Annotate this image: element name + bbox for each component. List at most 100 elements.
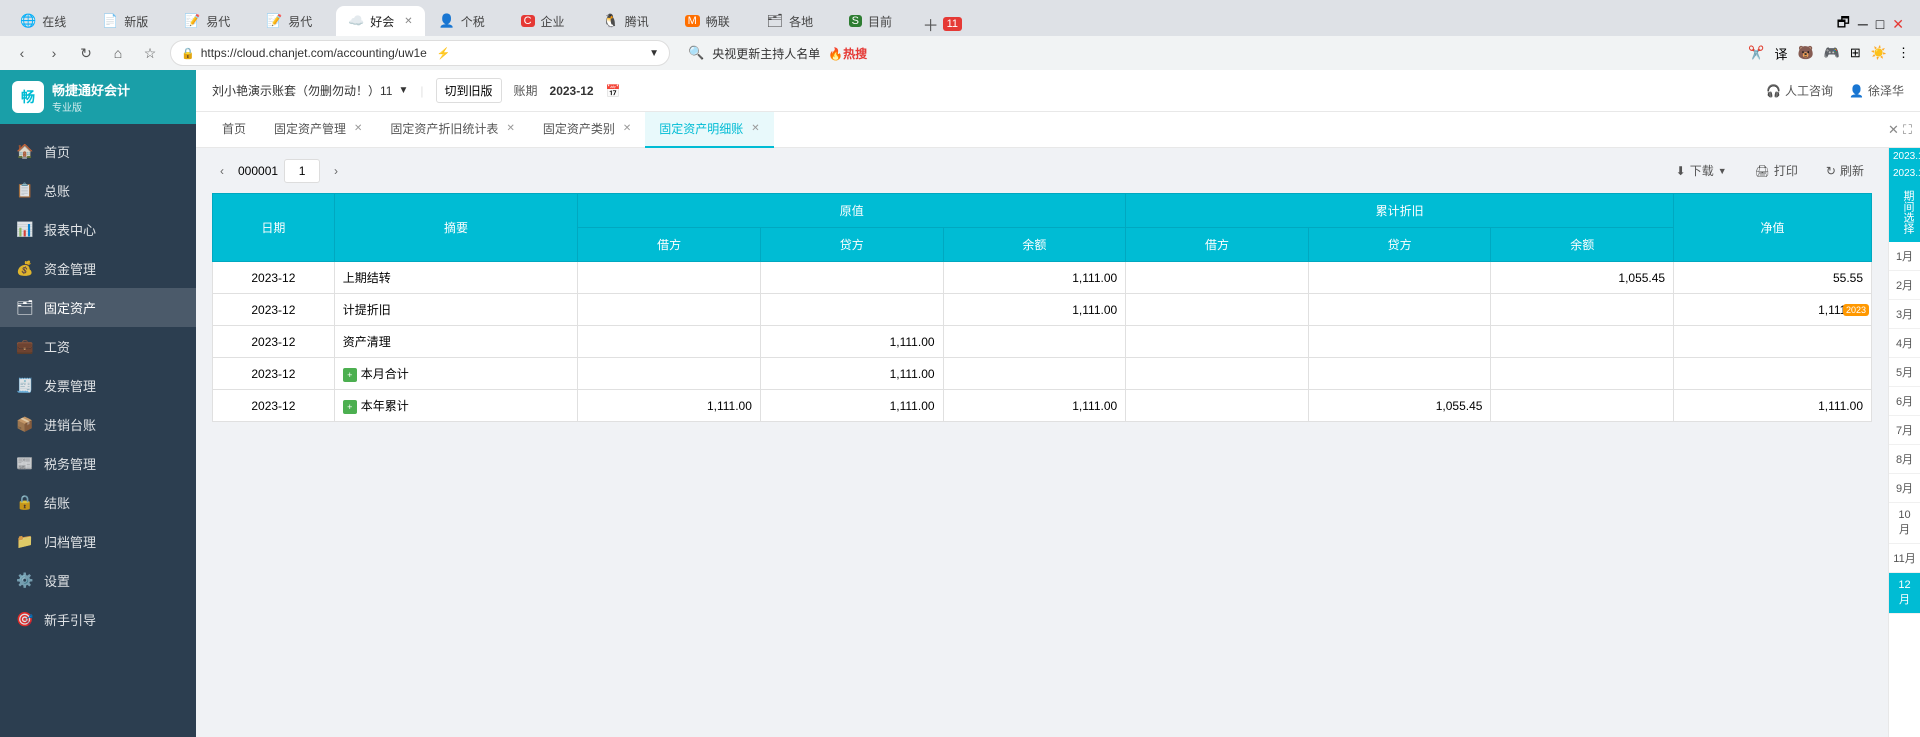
close-tab-haohui[interactable]: ✕ (404, 16, 412, 27)
sidebar-item-guide[interactable]: 🎯 新手引导 (0, 600, 196, 639)
home-button[interactable]: ⌂ (106, 41, 130, 65)
company-selector[interactable]: 刘小艳演示账套（勿删勿动！）11 ▼ (212, 82, 408, 99)
table-row: 2023-12 +本月合计 1,111.00 (213, 358, 1872, 390)
sidebar-item-close[interactable]: 🔒 结账 (0, 483, 196, 522)
settings-gear-icon: ⚙️ (16, 572, 34, 590)
next-page-btn[interactable]: › (326, 161, 346, 181)
download-icon: ⬇ (1676, 164, 1686, 178)
sidebar-item-inventory-label: 进销台账 (44, 415, 96, 434)
menu-icon[interactable]: ⋮ (1897, 45, 1910, 61)
th-accum-credit: 贷方 (1308, 228, 1491, 262)
switch-version-btn[interactable]: 切到旧版 (436, 78, 502, 103)
browser-tab-gedi[interactable]: 🗂 各地 (755, 6, 835, 36)
month-3[interactable]: 3月 (1889, 300, 1920, 329)
guide-icon: 🎯 (16, 611, 34, 629)
new-tab-btn[interactable]: ＋ (923, 12, 939, 36)
scissors-icon[interactable]: ✂️ (1748, 45, 1764, 61)
user-icon: 👤 (1849, 84, 1864, 98)
print-btn[interactable]: 🖨 打印 (1747, 158, 1806, 183)
sidebar-item-home[interactable]: 🏠 首页 (0, 132, 196, 171)
browser-tab-haohui[interactable]: ☁️ 好会 ✕ (336, 6, 425, 36)
sidebar-item-invoice[interactable]: 🧾 发票管理 (0, 366, 196, 405)
row3-summary: 资产清理 (334, 326, 578, 358)
month-7[interactable]: 7月 (1889, 416, 1920, 445)
fixed-asset-icon: 🗂 (16, 299, 34, 317)
sidebar-item-archive[interactable]: 📁 归档管理 (0, 522, 196, 561)
month-10[interactable]: 10月 (1889, 503, 1920, 544)
period-select-header[interactable]: 期间选择 (1889, 182, 1920, 242)
page-tab-fixed-mgmt[interactable]: 固定资产管理 ✕ (260, 112, 376, 148)
sidebar-item-fund[interactable]: 💰 资金管理 (0, 249, 196, 288)
browser-tab-geshui[interactable]: 👤 个税 (427, 6, 507, 36)
minimize-btn[interactable]: ─ (1858, 16, 1868, 32)
page-tab-depreciation-stat[interactable]: 固定资产折旧统计表 ✕ (376, 112, 528, 148)
expand-tabs-btn[interactable]: ⛶ (1903, 122, 1912, 138)
company-name: 刘小艳演示账套（勿删勿动！）11 (212, 82, 392, 99)
forward-button[interactable]: › (42, 41, 66, 65)
row3-orig-credit: 1,111.00 (760, 326, 943, 358)
translate-icon[interactable]: 译 (1775, 44, 1788, 63)
browser-tab-yidai2[interactable]: 📝 易代 (254, 6, 334, 36)
month-9[interactable]: 9月 (1889, 474, 1920, 503)
row5-net: 1,111.00 (1674, 390, 1872, 422)
back-button[interactable]: ‹ (10, 41, 34, 65)
download-btn[interactable]: ⬇ 下载 ▼ (1668, 158, 1735, 183)
th-original-credit: 贷方 (760, 228, 943, 262)
grid-icon[interactable]: ⊞ (1850, 45, 1861, 61)
prev-page-btn[interactable]: ‹ (212, 161, 232, 181)
month-11[interactable]: 11月 (1889, 544, 1920, 573)
url-text: https://cloud.chanjet.com/accounting/uw1… (201, 46, 427, 60)
row3-orig-balance (943, 326, 1126, 358)
user-btn[interactable]: 👤 徐泽华 (1849, 82, 1904, 99)
sidebar-item-ledger[interactable]: 📋 总账 (0, 171, 196, 210)
sidebar-item-fixed-label: 固定资产 (44, 298, 96, 317)
sidebar-item-tax[interactable]: 📰 税务管理 (0, 444, 196, 483)
page-tab-asset-category[interactable]: 固定资产类别 ✕ (529, 112, 645, 148)
sidebar-item-settings[interactable]: ⚙️ 设置 (0, 561, 196, 600)
month-5[interactable]: 5月 (1889, 358, 1920, 387)
address-bar[interactable]: 🔒 https://cloud.chanjet.com/accounting/u… (170, 40, 670, 66)
row1-orig-balance: 1,111.00 (943, 262, 1126, 294)
month-6[interactable]: 6月 (1889, 387, 1920, 416)
settings-icon[interactable]: ☀️ (1871, 45, 1887, 61)
close-asset-category-tab[interactable]: ✕ (623, 123, 631, 134)
extension2-icon[interactable]: 🐻 (1798, 45, 1814, 61)
calendar-icon[interactable]: 📅 (606, 84, 621, 98)
dropdown-icon[interactable]: ▼ (649, 48, 659, 59)
game-icon[interactable]: 🎮 (1824, 45, 1840, 61)
restore-btn[interactable]: 🗗 (1837, 12, 1850, 36)
browser-tab-chang[interactable]: M 畅联 (673, 6, 753, 36)
page-input[interactable] (284, 159, 320, 183)
sidebar-item-report[interactable]: 📊 报表中心 (0, 210, 196, 249)
help-btn[interactable]: 🎧 人工咨询 (1766, 82, 1833, 99)
row2-date: 2023-12 (213, 294, 335, 326)
close-depreciation-stat-tab[interactable]: ✕ (506, 123, 514, 134)
browser-tab-tencent[interactable]: 🐧 腾讯 (591, 6, 671, 36)
page-tab-asset-ledger[interactable]: 固定资产明细账 ✕ (645, 112, 773, 148)
reload-button[interactable]: ↻ (74, 41, 98, 65)
close-fixed-mgmt-tab[interactable]: ✕ (354, 123, 362, 134)
sidebar-item-inventory[interactable]: 📦 进销台账 (0, 405, 196, 444)
table-row: 2023-12 计提折旧 1,111.00 1,111.00 (213, 294, 1872, 326)
browser-tab-new[interactable]: 📄 新版 (90, 6, 170, 36)
browser-tab-qiye[interactable]: C 企业 (509, 6, 589, 36)
refresh-btn[interactable]: ↻ 刷新 (1818, 158, 1872, 183)
search-bar: 🔍 央视更新主持人名单 🔥热搜 (678, 45, 1740, 62)
sidebar-item-fixed[interactable]: 🗂 固定资产 (0, 288, 196, 327)
close-asset-ledger-tab[interactable]: ✕ (751, 123, 759, 134)
month-1[interactable]: 1月 (1889, 242, 1920, 271)
bookmark-button[interactable]: ☆ (138, 41, 162, 65)
month-8[interactable]: 8月 (1889, 445, 1920, 474)
browser-tab-muqian[interactable]: S 目前 (837, 6, 917, 36)
maximize-btn[interactable]: □ (1876, 16, 1884, 32)
month-12[interactable]: 12月 (1889, 573, 1920, 614)
sidebar-item-salary[interactable]: 💼 工资 (0, 327, 196, 366)
browser-tab-yidai1[interactable]: 📝 易代 (172, 6, 252, 36)
month-4[interactable]: 4月 (1889, 329, 1920, 358)
close-window-btn[interactable]: ✕ (1892, 16, 1904, 33)
month-2[interactable]: 2月 (1889, 271, 1920, 300)
tax-icon: 📰 (16, 455, 34, 473)
page-tab-home[interactable]: 首页 (208, 112, 260, 148)
close-all-tabs-btn[interactable]: ✕ (1888, 122, 1899, 138)
browser-tab-online[interactable]: 🌐 在线 (8, 6, 88, 36)
